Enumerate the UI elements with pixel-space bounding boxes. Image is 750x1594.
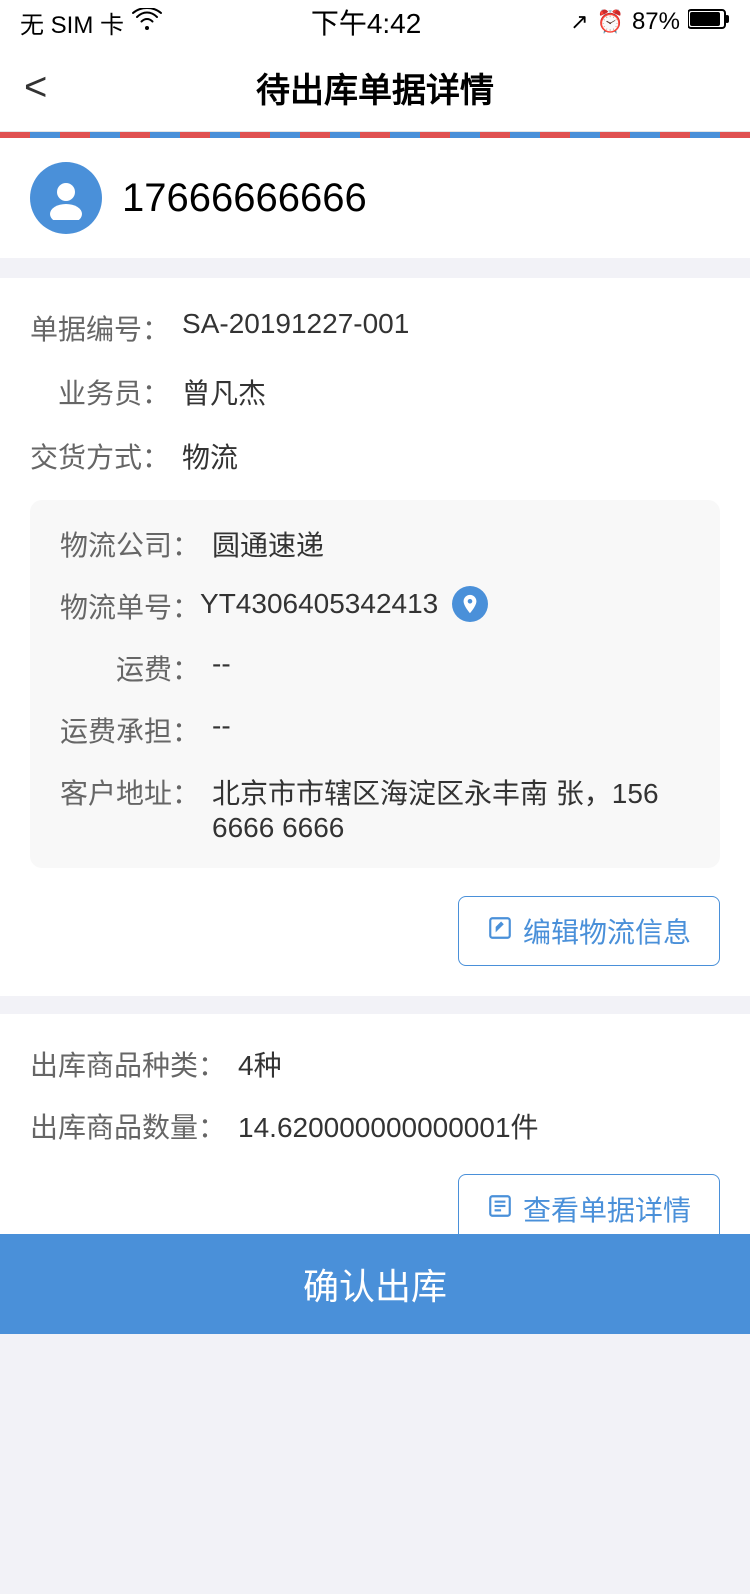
delivery-method-row: 交货方式： 物流 bbox=[30, 436, 720, 476]
goods-quantity-value: 14.620000000000001件 bbox=[238, 1106, 539, 1146]
tracking-number-row: 物流单号： YT43064053424​13 bbox=[60, 586, 690, 626]
edit-logistics-label: 编辑物流信息 bbox=[523, 911, 691, 951]
location-pin-icon[interactable] bbox=[452, 586, 488, 622]
order-number-value: SA-20191227-001 bbox=[182, 308, 720, 340]
user-header: 17666666666 bbox=[0, 138, 750, 258]
address-row: 客户地址： 北京市市辖区海淀区永丰南 张，156 6666 6666 bbox=[60, 772, 690, 844]
freight-bearer-label: 运费承担： bbox=[60, 710, 200, 750]
sales-person-label: 业务员： bbox=[30, 372, 170, 412]
order-number-label: 单据编号： bbox=[30, 308, 170, 348]
goods-types-value: 4种 bbox=[238, 1044, 282, 1084]
sales-person-value: 曾凡杰 bbox=[182, 372, 720, 412]
carrier-text: 无 SIM 卡 bbox=[20, 5, 124, 40]
tracking-number-value: YT43064053424​13 bbox=[200, 588, 438, 620]
avatar bbox=[30, 162, 102, 234]
status-bar: 无 SIM 卡 下午4:42 ↗ ⏰ 87% bbox=[0, 0, 750, 44]
confirm-button-bar[interactable]: 确认出库 bbox=[0, 1234, 750, 1334]
page-title: 待出库单据详情 bbox=[256, 63, 494, 112]
back-button[interactable]: < bbox=[24, 65, 47, 110]
tracking-number-label: 物流单号： bbox=[60, 586, 200, 626]
freight-label: 运费： bbox=[60, 648, 200, 688]
sales-person-row: 业务员： 曾凡杰 bbox=[30, 372, 720, 412]
goods-quantity-label: 出库商品数量： bbox=[30, 1106, 226, 1146]
logistics-company-value: 圆通速递 bbox=[212, 524, 690, 564]
address-value: 北京市市辖区海淀区永丰南 张，156 6666 6666 bbox=[212, 772, 690, 844]
goods-types-label: 出库商品种类： bbox=[30, 1044, 226, 1084]
freight-row: 运费： -- bbox=[60, 648, 690, 688]
delivery-method-value: 物流 bbox=[182, 436, 720, 476]
goods-types-row: 出库商品种类： 4种 bbox=[30, 1044, 720, 1084]
tracking-container: YT43064053424​13 bbox=[200, 586, 488, 622]
alarm-icon: ⏰ bbox=[597, 9, 624, 35]
battery-text: 87% bbox=[632, 8, 680, 36]
edit-logistics-button[interactable]: 编辑物流信息 bbox=[458, 896, 720, 966]
address-label: 客户地址： bbox=[60, 772, 200, 812]
wifi-icon bbox=[132, 8, 162, 36]
edit-logistics-btn-container: 编辑物流信息 bbox=[30, 896, 720, 966]
status-left: 无 SIM 卡 bbox=[20, 5, 162, 40]
user-phone: 17666666666 bbox=[122, 176, 367, 221]
order-number-row: 单据编号： SA-20191227-001 bbox=[30, 308, 720, 348]
goods-quantity-row: 出库商品数量： 14.620000000000001件 bbox=[30, 1106, 720, 1146]
order-info-section: 单据编号： SA-20191227-001 业务员： 曾凡杰 交货方式： 物流 … bbox=[0, 278, 750, 996]
location-icon: ↗ bbox=[570, 9, 588, 35]
freight-bearer-value: -- bbox=[212, 710, 690, 742]
confirm-button-label: 确认出库 bbox=[303, 1258, 447, 1310]
delivery-method-label: 交货方式： bbox=[30, 436, 170, 476]
logistics-card: 物流公司： 圆通速递 物流单号： YT43064053424​13 运费： -- bbox=[30, 500, 720, 868]
list-icon bbox=[487, 1193, 513, 1226]
battery-icon bbox=[688, 8, 730, 37]
status-right: ↗ ⏰ 87% bbox=[570, 8, 730, 37]
view-detail-label: 查看单据详情 bbox=[523, 1189, 691, 1229]
time-display: 下午4:42 bbox=[311, 2, 422, 42]
logistics-company-label: 物流公司： bbox=[60, 524, 200, 564]
logistics-company-row: 物流公司： 圆通速递 bbox=[60, 524, 690, 564]
gray-separator-1 bbox=[0, 996, 750, 1014]
freight-bearer-row: 运费承担： -- bbox=[60, 710, 690, 750]
nav-bar: < 待出库单据详情 bbox=[0, 44, 750, 132]
freight-value: -- bbox=[212, 648, 690, 680]
edit-icon bbox=[487, 915, 513, 948]
